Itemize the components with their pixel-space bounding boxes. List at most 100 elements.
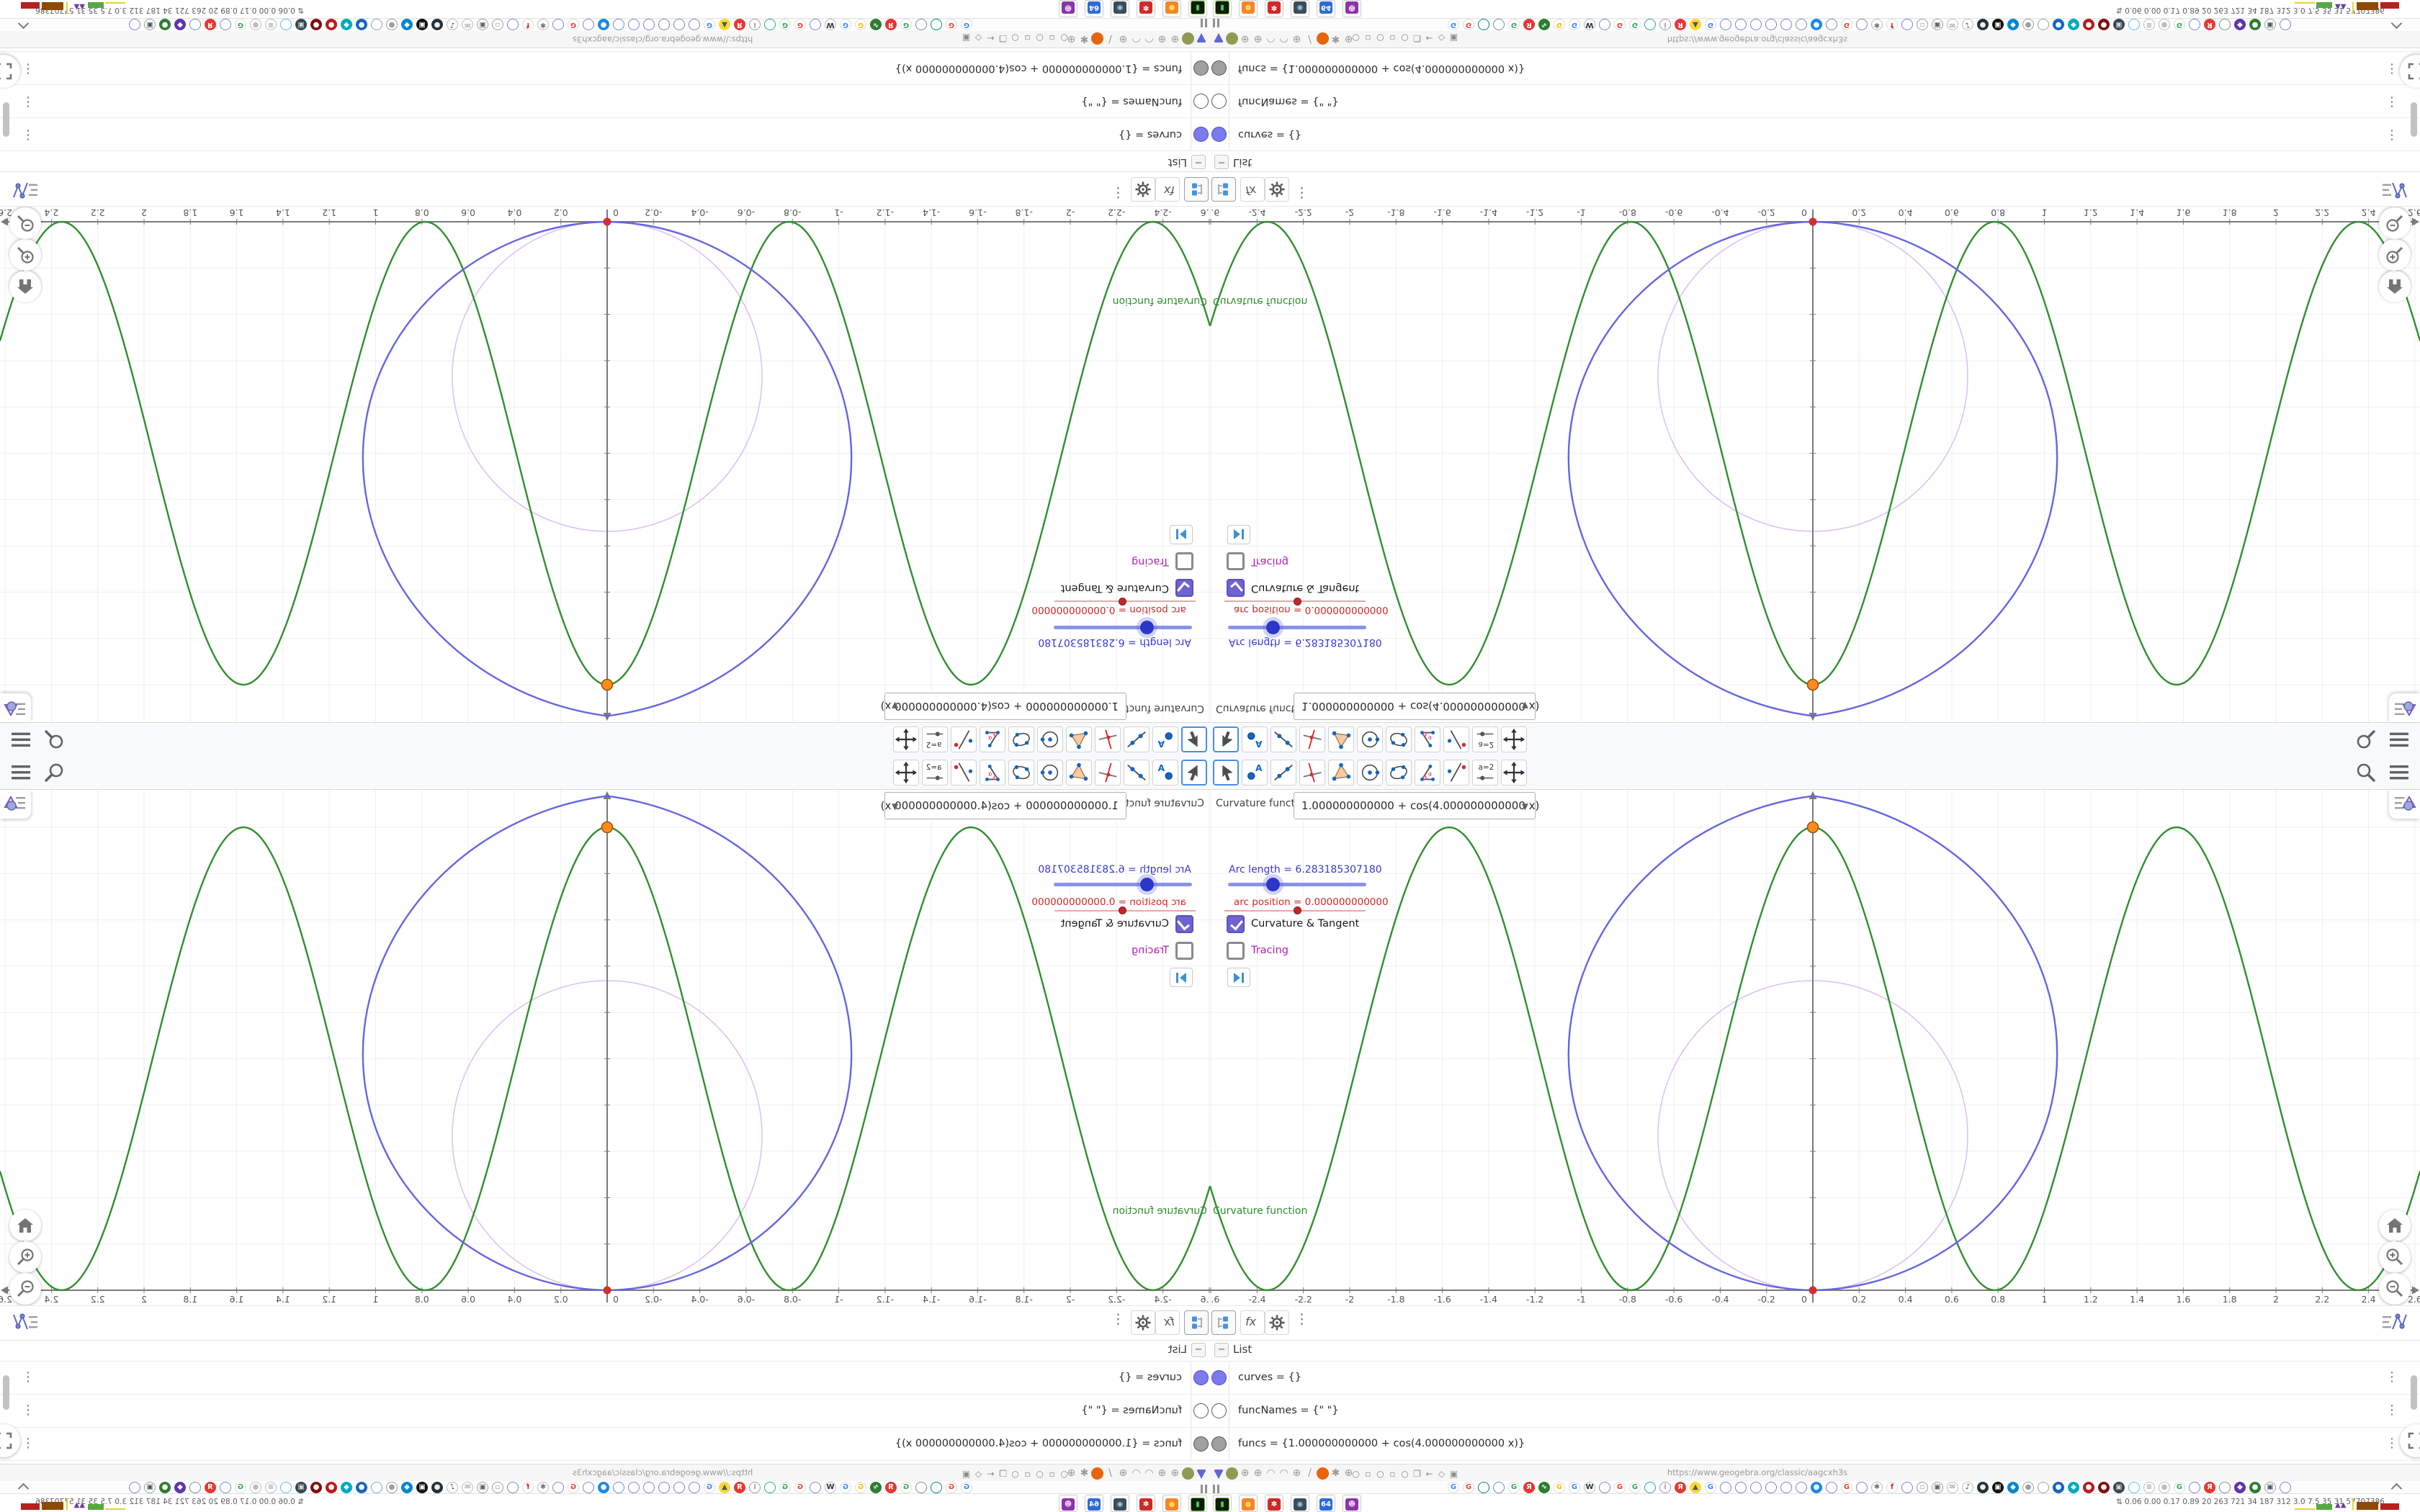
favicon[interactable]: ▣ [416, 19, 428, 30]
curvature-tangent-checkbox[interactable] [1175, 915, 1193, 933]
favicon[interactable]: Я [205, 1482, 216, 1493]
graph-canvas[interactable]: -2.6 -2.4 -2.2 -2 -1.8 -1.6 -1.4 -1.2 -1 -0.8 -0.6… [0, 207, 1210, 722]
favicon[interactable]: G [1629, 19, 1641, 30]
scrollbar-thumb[interactable] [2411, 102, 2417, 137]
favicon[interactable]: ✱ [537, 19, 549, 30]
algebra-expression[interactable]: funcs = {1.000000000000 + cos(4.00000000… [895, 1428, 1191, 1460]
algebra-expression[interactable]: funcs = {1.000000000000 + cos(4.00000000… [895, 52, 1191, 84]
favicon[interactable]: G [1629, 1482, 1641, 1493]
step-button[interactable] [1227, 525, 1250, 544]
graphing-panel-icon[interactable] [13, 179, 37, 200]
favicon[interactable]: f [1886, 1482, 1898, 1493]
home-button[interactable] [2379, 271, 2411, 302]
extension-icon[interactable]: ⊕ [1239, 32, 1251, 45]
favicon[interactable]: f [1886, 19, 1898, 30]
favicon[interactable]: G [568, 1482, 579, 1493]
tool-move-graphics[interactable] [893, 726, 919, 752]
favicon[interactable]: ● [159, 19, 171, 30]
graph-canvas[interactable]: -2.6 -2.4 -2.2 -2 -1.8 -1.6 -1.4 -1.2 -1 -0.8 -0.6… [1210, 207, 2420, 722]
tracing-checkbox[interactable] [1175, 942, 1193, 960]
favicon[interactable] [1856, 1482, 1868, 1493]
taskbar-app-icon[interactable]: ☻ [1343, 1495, 1361, 1512]
extension-icon[interactable] [1196, 33, 1206, 42]
favicon[interactable]: ✉ [462, 19, 473, 30]
algebra-expression[interactable]: funcNames = {" "} [1081, 1395, 1191, 1427]
favicon[interactable]: ▣ [477, 19, 488, 30]
favicon[interactable]: G [704, 19, 715, 30]
favicon[interactable]: Я [1523, 1482, 1535, 1493]
favicon[interactable] [2189, 1482, 2200, 1493]
favicon[interactable] [1856, 19, 1868, 30]
taskbar-app-icon[interactable]: ● [1239, 0, 1258, 17]
tool-point[interactable]: A [1152, 760, 1178, 786]
favicon[interactable] [129, 19, 140, 30]
tool-slider[interactable]: a=2 [1472, 726, 1498, 752]
favicon[interactable]: G [1841, 19, 1852, 30]
favicon[interactable]: ● [386, 19, 398, 30]
tool-move-graphics[interactable] [893, 760, 919, 786]
favicon[interactable]: G [1448, 19, 1459, 30]
extension-icon[interactable]: ⊕ [1291, 32, 1303, 45]
favicon[interactable]: G [1614, 19, 1626, 30]
favicon[interactable]: ● [2083, 1482, 2094, 1493]
visibility-marble[interactable] [1211, 60, 1227, 76]
extension-icon[interactable] [1091, 1467, 1103, 1480]
visibility-marble[interactable] [1211, 1370, 1227, 1385]
favicon[interactable]: ● [2249, 1482, 2261, 1493]
visibility-marble[interactable] [1211, 127, 1227, 142]
extension-icon[interactable]: ⊕ [1117, 1467, 1129, 1480]
algebra-view-button[interactable] [1211, 177, 1236, 202]
favicon[interactable]: i [1659, 19, 1671, 30]
function-tools-button[interactable]: fx [1155, 177, 1180, 202]
favicon[interactable] [1750, 19, 1762, 30]
algebra-row[interactable]: curves = {} ⋮ [1210, 118, 2420, 151]
menu-icon[interactable] [10, 762, 32, 783]
extension-icon[interactable]: ⊕ [1169, 1467, 1181, 1480]
step-button[interactable] [1170, 968, 1193, 987]
favicon[interactable] [1826, 1482, 1837, 1493]
extension-icon[interactable]: ⊕ [1252, 1467, 1264, 1480]
zoom-out-button[interactable] [2379, 1273, 2411, 1305]
favicon[interactable]: G [900, 19, 912, 30]
arc-length-slider-track[interactable] [1054, 626, 1192, 629]
extension-icon[interactable] [1226, 32, 1238, 45]
favicon[interactable] [673, 1482, 685, 1493]
extension-icon[interactable] [1214, 33, 1224, 42]
favicon[interactable]: ▣ [1992, 1482, 2004, 1493]
dropdown-caret-icon[interactable]: ▼ [1522, 701, 1528, 711]
favicon[interactable] [1720, 19, 1731, 30]
extension-icon[interactable] [1182, 32, 1194, 45]
row-menu-icon[interactable]: ⋮ [22, 61, 35, 76]
tool-move[interactable] [1181, 760, 1207, 786]
extension-icon[interactable]: ⊕ [1291, 1467, 1303, 1480]
favicon[interactable] [1735, 19, 1747, 30]
favicon[interactable]: G [961, 19, 972, 30]
favicon[interactable]: W [825, 1482, 836, 1493]
favicon[interactable]: G [794, 19, 806, 30]
tool-move-graphics[interactable] [1501, 760, 1527, 786]
taskbar-app-icon[interactable]: ▮ [1188, 0, 1207, 17]
favicon[interactable]: ≡ [2143, 19, 2155, 30]
favicon[interactable]: ▫ [492, 1482, 503, 1493]
tool-polygon[interactable] [1328, 760, 1354, 786]
function-expression[interactable]: 1.000000000000 + cos(4.000000000000 x) [881, 700, 1119, 713]
favicon[interactable] [764, 1482, 776, 1493]
favicon[interactable] [810, 1482, 821, 1493]
taskbar-app-icon[interactable]: ☻ [1343, 0, 1361, 17]
taskbar-app-icon[interactable]: ✽ [1265, 1495, 1283, 1512]
taskbar-app-icon[interactable]: ▮ [1213, 0, 1232, 17]
collapse-button[interactable]: − [1214, 1343, 1229, 1357]
favicon[interactable] [628, 19, 640, 30]
favicon[interactable]: G [1508, 1482, 1520, 1493]
favicon[interactable] [552, 19, 564, 30]
extension-icon[interactable]: / [1104, 1467, 1116, 1480]
status-icon[interactable]: ▣ [961, 1467, 972, 1480]
favicon[interactable] [1735, 1482, 1747, 1493]
favicon[interactable]: W [1584, 1482, 1595, 1493]
zoom-in-button[interactable] [2379, 1241, 2411, 1273]
favicon[interactable]: ▫ [1917, 1482, 1928, 1493]
favicon[interactable]: ◆ [2234, 1482, 2246, 1493]
extension-icon[interactable]: / [1104, 32, 1116, 45]
algebra-row[interactable]: curves = {} ⋮ [0, 1361, 1210, 1394]
extension-icon[interactable]: ✱ [1330, 1467, 1342, 1480]
